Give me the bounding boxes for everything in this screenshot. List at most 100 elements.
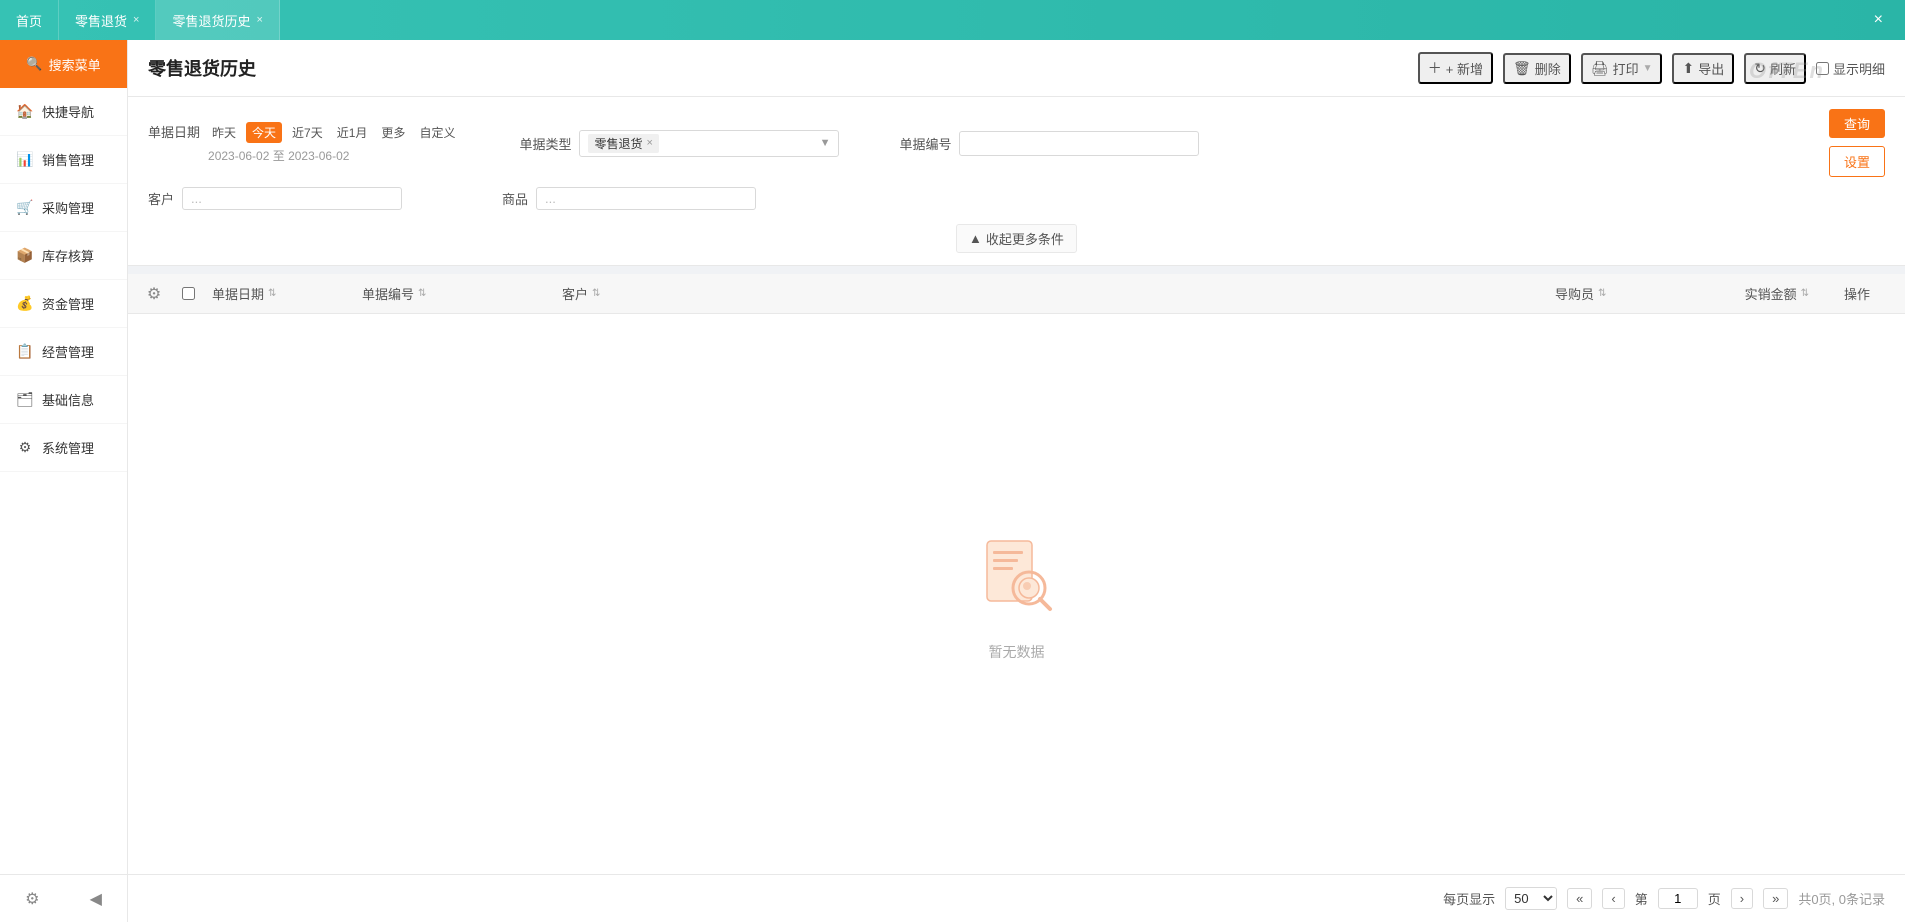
filter-row-2: 客户 ... 商品 ... [148, 187, 1885, 210]
date-custom-btn[interactable]: 自定义 [415, 122, 459, 143]
customer-filter-label: 客户 [148, 189, 174, 208]
print-label: 打印 [1613, 59, 1639, 78]
select-all-input[interactable] [182, 287, 195, 300]
type-tag: 零售退货 × [588, 134, 658, 153]
th-amount[interactable]: 实销金额 ⇅ [1697, 284, 1817, 303]
top-bar: 首页零售退货×零售退货历史× × [0, 0, 1905, 40]
sidebar-item-采购管理[interactable]: 🛒 采购管理 [0, 184, 127, 232]
date-1month-btn[interactable]: 近1月 [333, 122, 372, 143]
goods-filter-label: 商品 [502, 189, 528, 208]
date-filter-group: 单据日期 昨天 今天 近7天 近1月 更多 自定义 2023-06-02 至 2… [148, 122, 459, 164]
per-page-select[interactable]: 50 10 20 100 [1505, 887, 1557, 910]
sidebar-search-label: 搜索菜单 [49, 55, 101, 74]
date-today-btn[interactable]: 今天 [246, 122, 282, 143]
delete-icon: 🗑 [1513, 60, 1531, 77]
th-customer-sort-icon: ⇅ [592, 288, 600, 299]
window-close-button[interactable]: × [1868, 9, 1889, 31]
sidebar-item-icon: ⚙ [16, 439, 34, 457]
sidebar-item-快捷导航[interactable]: 🏠 快捷导航 [0, 88, 127, 136]
export-button[interactable]: ⬆ 导出 [1672, 53, 1734, 84]
collapse-up-icon: ▲ [969, 231, 982, 246]
sidebar-item-系统管理[interactable]: ⚙ 系统管理 [0, 424, 127, 472]
tab-首页[interactable]: 首页 [0, 0, 59, 40]
page-number-input[interactable] [1658, 888, 1698, 909]
sidebar-menu: 🏠 快捷导航 📊 销售管理 🛒 采购管理 📦 库存核算 💰 资金管理 📋 经营管… [0, 88, 127, 874]
page-header: 零售退货历史 ＋ + 新增 🗑 删除 🖨 打印 ▼ ⬆ 导出 [128, 40, 1905, 97]
new-button[interactable]: ＋ + 新增 [1418, 52, 1493, 84]
content-area: 零售退货历史 ＋ + 新增 🗑 删除 🖨 打印 ▼ ⬆ 导出 [128, 40, 1905, 922]
th-date-sort-icon: ⇅ [268, 288, 276, 299]
total-info: 共0页, 0条记录 [1798, 889, 1885, 908]
date-quick-filters: 昨天 今天 近7天 近1月 更多 自定义 [208, 122, 459, 143]
sidebar-item-经营管理[interactable]: 📋 经营管理 [0, 328, 127, 376]
th-action-label: 操作 [1844, 284, 1870, 303]
goods-filter-group: 商品 ... [502, 187, 756, 210]
type-filter-label: 单据类型 [519, 134, 571, 153]
export-label: 导出 [1698, 59, 1724, 78]
sidebar-item-icon: 🗂 [16, 391, 34, 409]
collapse-label: 收起更多条件 [986, 229, 1064, 248]
collapse-button[interactable]: ▲ 收起更多条件 [956, 224, 1077, 253]
sidebar-item-label: 快捷导航 [42, 102, 94, 121]
sidebar-item-icon: 📊 [16, 151, 34, 169]
goods-select[interactable]: ... [536, 187, 756, 210]
empty-state: 暂无数据 [128, 314, 1905, 874]
top-bar-right: × [1868, 9, 1905, 31]
sidebar-item-label: 基础信息 [42, 390, 94, 409]
tab-零售退货历史[interactable]: 零售退货历史× [156, 0, 279, 40]
th-amount-label: 实销金额 [1745, 284, 1797, 303]
customer-select[interactable]: ... [182, 187, 402, 210]
date-7days-btn[interactable]: 近7天 [288, 122, 327, 143]
customer-filter-group: 客户 ... [148, 187, 402, 210]
sidebar-item-资金管理[interactable]: 💰 资金管理 [0, 280, 127, 328]
display-detail-checkbox[interactable] [1816, 62, 1829, 75]
th-num[interactable]: 单据编号 ⇅ [354, 284, 554, 303]
type-tag-close[interactable]: × [646, 137, 652, 149]
customer-placeholder: ... [191, 191, 202, 206]
sidebar-item-icon: 🛒 [16, 199, 34, 217]
query-button[interactable]: 查询 [1829, 109, 1885, 138]
next-page-button[interactable]: › [1731, 888, 1753, 909]
sidebar-item-label: 系统管理 [42, 438, 94, 457]
sidebar-item-label: 采购管理 [42, 198, 94, 217]
settings-button[interactable]: 设置 [1829, 146, 1885, 177]
first-page-button[interactable]: « [1567, 888, 1592, 909]
tab-list: 首页零售退货×零售退货历史× [0, 0, 1868, 40]
tab-close-icon[interactable]: × [256, 14, 262, 26]
page-unit: 页 [1708, 889, 1721, 908]
tab-close-icon[interactable]: × [133, 14, 139, 26]
tab-零售退货[interactable]: 零售退货× [59, 0, 156, 40]
display-detail-toggle[interactable]: 显示明细 [1816, 59, 1885, 78]
date-more-btn[interactable]: 更多 [377, 122, 409, 143]
per-page-label: 每页显示 [1443, 889, 1495, 908]
date-yesterday-btn[interactable]: 昨天 [208, 122, 240, 143]
sidebar-search-button[interactable]: 🔍 搜索菜单 [0, 40, 127, 88]
th-guide[interactable]: 导购员 ⇅ [1547, 284, 1697, 303]
main-layout: 🔍 搜索菜单 🏠 快捷导航 📊 销售管理 🛒 采购管理 📦 库存核算 💰 资金管… [0, 40, 1905, 922]
table-settings-icon[interactable]: ⚙ [136, 284, 172, 304]
page-actions: ＋ + 新增 🗑 删除 🖨 打印 ▼ ⬆ 导出 ↻ [1418, 52, 1885, 84]
print-button[interactable]: 🖨 打印 ▼ [1581, 53, 1663, 84]
num-filter-input[interactable] [959, 131, 1199, 156]
tab-label: 首页 [16, 11, 42, 30]
sidebar-item-库存核算[interactable]: 📦 库存核算 [0, 232, 127, 280]
new-icon: ＋ [1428, 58, 1442, 78]
sidebar-item-销售管理[interactable]: 📊 销售管理 [0, 136, 127, 184]
empty-text: 暂无数据 [989, 642, 1045, 662]
th-date[interactable]: 单据日期 ⇅ [204, 284, 354, 303]
prev-page-button[interactable]: ‹ [1602, 888, 1624, 909]
last-page-button[interactable]: » [1763, 888, 1788, 909]
export-icon: ⬆ [1682, 60, 1694, 77]
th-amount-sort-icon: ⇅ [1801, 288, 1809, 299]
delete-label: 删除 [1535, 59, 1561, 78]
table-select-all-checkbox[interactable] [172, 287, 204, 300]
delete-button[interactable]: 🗑 删除 [1503, 53, 1571, 84]
settings-bottom-icon[interactable]: ⚙ [25, 889, 39, 909]
sidebar-item-基础信息[interactable]: 🗂 基础信息 [0, 376, 127, 424]
query-actions: 查询 设置 [1829, 109, 1885, 177]
refresh-label: 刷新 [1770, 59, 1796, 78]
type-select[interactable]: 零售退货 × ▼ [579, 130, 839, 157]
th-customer[interactable]: 客户 ⇅ [554, 284, 1547, 303]
collapse-sidebar-icon[interactable]: ◀ [90, 889, 102, 909]
refresh-button[interactable]: ↻ 刷新 [1744, 53, 1806, 84]
